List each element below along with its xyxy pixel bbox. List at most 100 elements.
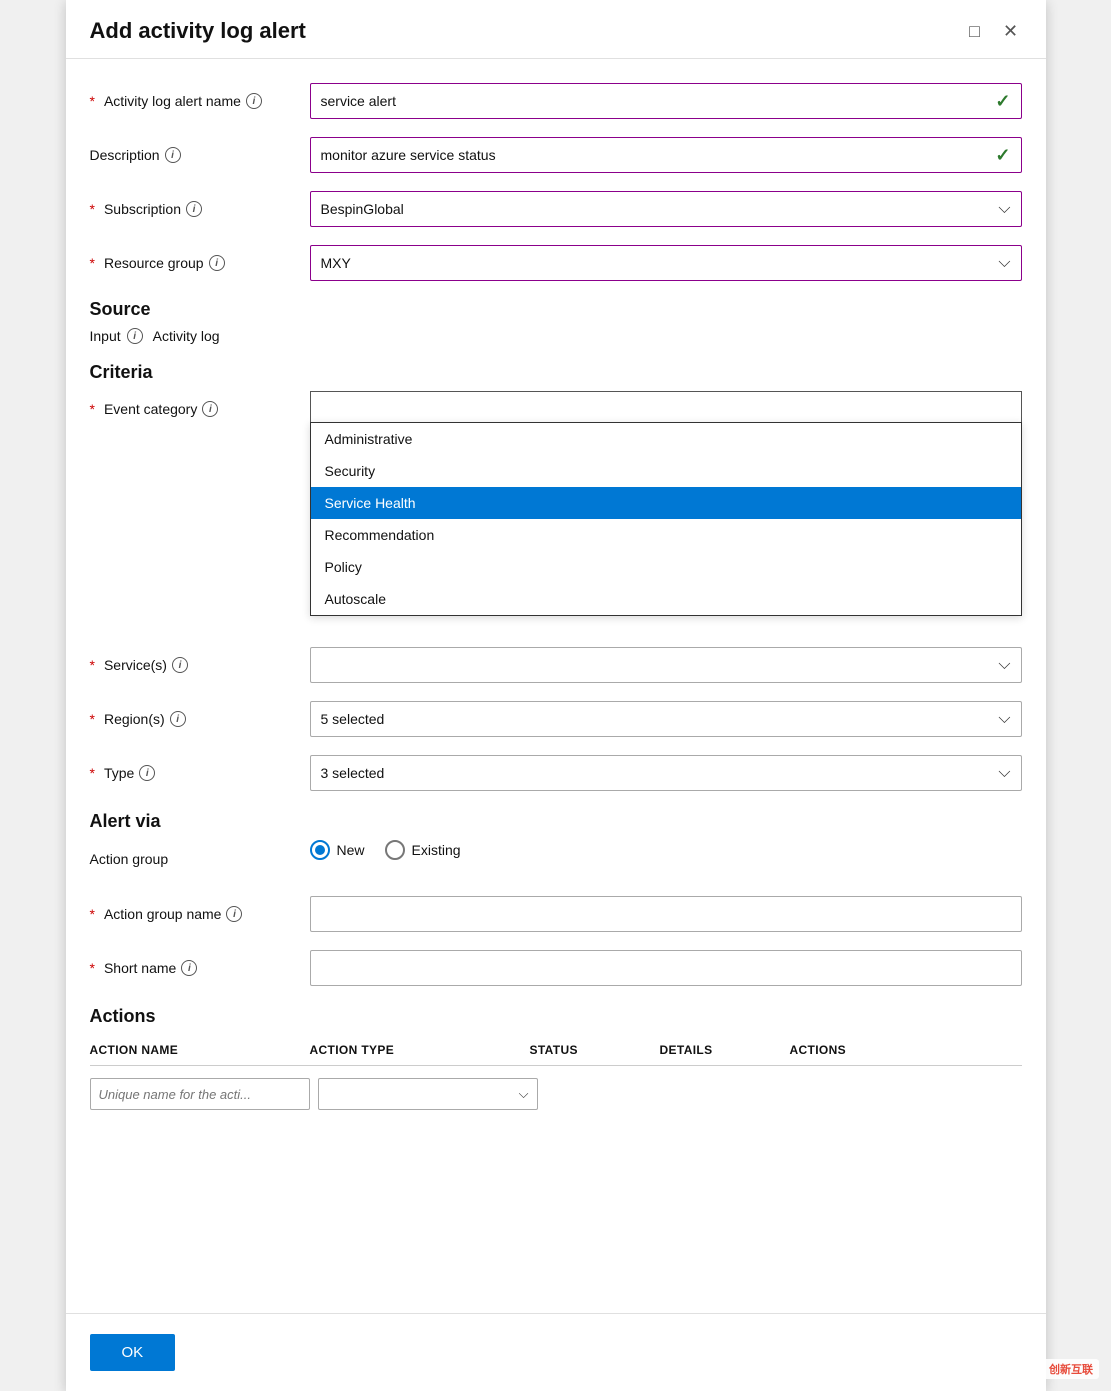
col-action-type: ACTION TYPE [310,1043,530,1057]
description-input-wrapper[interactable]: ✓ [310,137,1022,173]
type-label: * Type i [90,765,310,781]
radio-existing-label[interactable]: Existing [385,840,461,860]
close-icon[interactable]: ✕ [1000,20,1022,42]
description-row: Description i ✓ [90,137,1022,173]
required-star3: * [90,255,95,271]
col-details: DETAILS [660,1043,790,1057]
resource-group-chevron-icon: ⌵ [998,254,1010,272]
radio-new-circle[interactable] [310,840,330,860]
action-group-name-label: * Action group name i [90,906,310,922]
alert-name-row: * Activity log alert name i ✓ [90,83,1022,119]
description-checkmark: ✓ [995,145,1010,166]
add-activity-log-alert-dialog: Add activity log alert □ ✕ * Activity lo… [66,0,1046,1391]
dialog-header: Add activity log alert □ ✕ [66,0,1046,59]
action-name-input[interactable] [90,1078,310,1110]
event-category-info-icon[interactable]: i [202,401,218,417]
dropdown-item-autoscale[interactable]: Autoscale [311,583,1021,615]
col-actions: ACTIONS [790,1043,890,1057]
services-row: * Service(s) i ⌵ [90,647,1022,683]
dropdown-item-recommendation[interactable]: Recommendation [311,519,1021,551]
services-info-icon[interactable]: i [172,657,188,673]
subscription-info-icon[interactable]: i [186,201,202,217]
required-star7: * [90,765,95,781]
short-name-info-icon[interactable]: i [181,960,197,976]
dropdown-item-service-health[interactable]: Service Health [311,487,1021,519]
description-info-icon[interactable]: i [165,147,181,163]
alert-name-checkmark: ✓ [995,91,1010,112]
alert-via-title: Alert via [90,811,1022,832]
regions-info-icon[interactable]: i [170,711,186,727]
event-category-label: * Event category i [90,401,310,417]
dialog-title: Add activity log alert [90,18,306,44]
dialog-footer: OK [66,1313,1046,1391]
required-star6: * [90,711,95,727]
required-star4: * [90,401,95,417]
action-group-name-input[interactable] [310,896,1022,932]
alert-name-label: * Activity log alert name i [90,93,310,109]
subscription-row: * Subscription i BespinGlobal ⌵ [90,191,1022,227]
resource-group-label: * Resource group i [90,255,310,271]
actions-section: Actions ACTION NAME ACTION TYPE STATUS D… [90,1006,1022,1118]
actions-table-header: ACTION NAME ACTION TYPE STATUS DETAILS A… [90,1035,1022,1066]
maximize-icon[interactable]: □ [964,20,986,42]
subscription-dropdown[interactable]: BespinGlobal ⌵ [310,191,1022,227]
services-dropdown[interactable]: ⌵ [310,647,1022,683]
regions-dropdown[interactable]: 5 selected ⌵ [310,701,1022,737]
type-dropdown[interactable]: 3 selected ⌵ [310,755,1022,791]
action-type-cell[interactable]: ⌵ [318,1078,538,1110]
alert-name-input[interactable] [321,93,990,109]
resource-group-info-icon[interactable]: i [209,255,225,271]
radio-existing-circle[interactable] [385,840,405,860]
criteria-section-title: Criteria [90,362,1022,383]
regions-row: * Region(s) i 5 selected ⌵ [90,701,1022,737]
regions-chevron-icon: ⌵ [998,710,1010,728]
required-star2: * [90,201,95,217]
action-group-name-info-icon[interactable]: i [226,906,242,922]
dropdown-item-administrative[interactable]: Administrative [311,423,1021,455]
services-label: * Service(s) i [90,657,310,673]
alert-via-section: Alert via Action group New Existing [90,811,1022,986]
required-star5: * [90,657,95,673]
short-name-label: * Short name i [90,960,310,976]
services-chevron-icon: ⌵ [998,656,1010,674]
radio-group: New Existing [310,840,461,860]
resource-group-row: * Resource group i MXY ⌵ [90,245,1022,281]
actions-table-row: ⌵ [90,1070,1022,1118]
type-info-icon[interactable]: i [139,765,155,781]
type-chevron-icon: ⌵ [998,764,1010,782]
dropdown-item-security[interactable]: Security [311,455,1021,487]
description-label: Description i [90,147,310,163]
actions-section-title: Actions [90,1006,1022,1027]
regions-label: * Region(s) i [90,711,310,727]
dropdown-item-policy[interactable]: Policy [311,551,1021,583]
action-name-cell[interactable] [90,1078,310,1110]
ok-button[interactable]: OK [90,1334,176,1371]
source-section-title: Source [90,299,1022,320]
description-input[interactable] [321,147,990,163]
required-star8: * [90,906,95,922]
event-category-dropdown[interactable]: Administrative Security Service Health R… [310,422,1022,616]
action-group-name-row: * Action group name i [90,896,1022,932]
alert-name-input-wrapper[interactable]: ✓ [310,83,1022,119]
watermark: 创新互联 [1043,1359,1099,1379]
required-star9: * [90,960,95,976]
col-status: STATUS [530,1043,660,1057]
alert-name-info-icon[interactable]: i [246,93,262,109]
subscription-label: * Subscription i [90,201,310,217]
dialog-header-icons: □ ✕ [964,20,1022,42]
source-input-row: Input i Activity log [90,328,1022,344]
action-group-radio-row: Action group New Existing [90,840,1022,878]
source-info-icon[interactable]: i [127,328,143,344]
action-type-chevron-icon: ⌵ [519,1086,529,1102]
action-type-select[interactable]: ⌵ [318,1078,538,1110]
dialog-body: * Activity log alert name i ✓ Descriptio… [66,59,1046,1313]
resource-group-dropdown[interactable]: MXY ⌵ [310,245,1022,281]
col-action-name: ACTION NAME [90,1043,310,1057]
radio-new-label[interactable]: New [310,840,365,860]
action-group-label: Action group [90,851,310,867]
required-star: * [90,93,95,109]
type-row: * Type i 3 selected ⌵ [90,755,1022,791]
short-name-row: * Short name i [90,950,1022,986]
short-name-input[interactable] [310,950,1022,986]
subscription-chevron-icon: ⌵ [998,200,1010,218]
